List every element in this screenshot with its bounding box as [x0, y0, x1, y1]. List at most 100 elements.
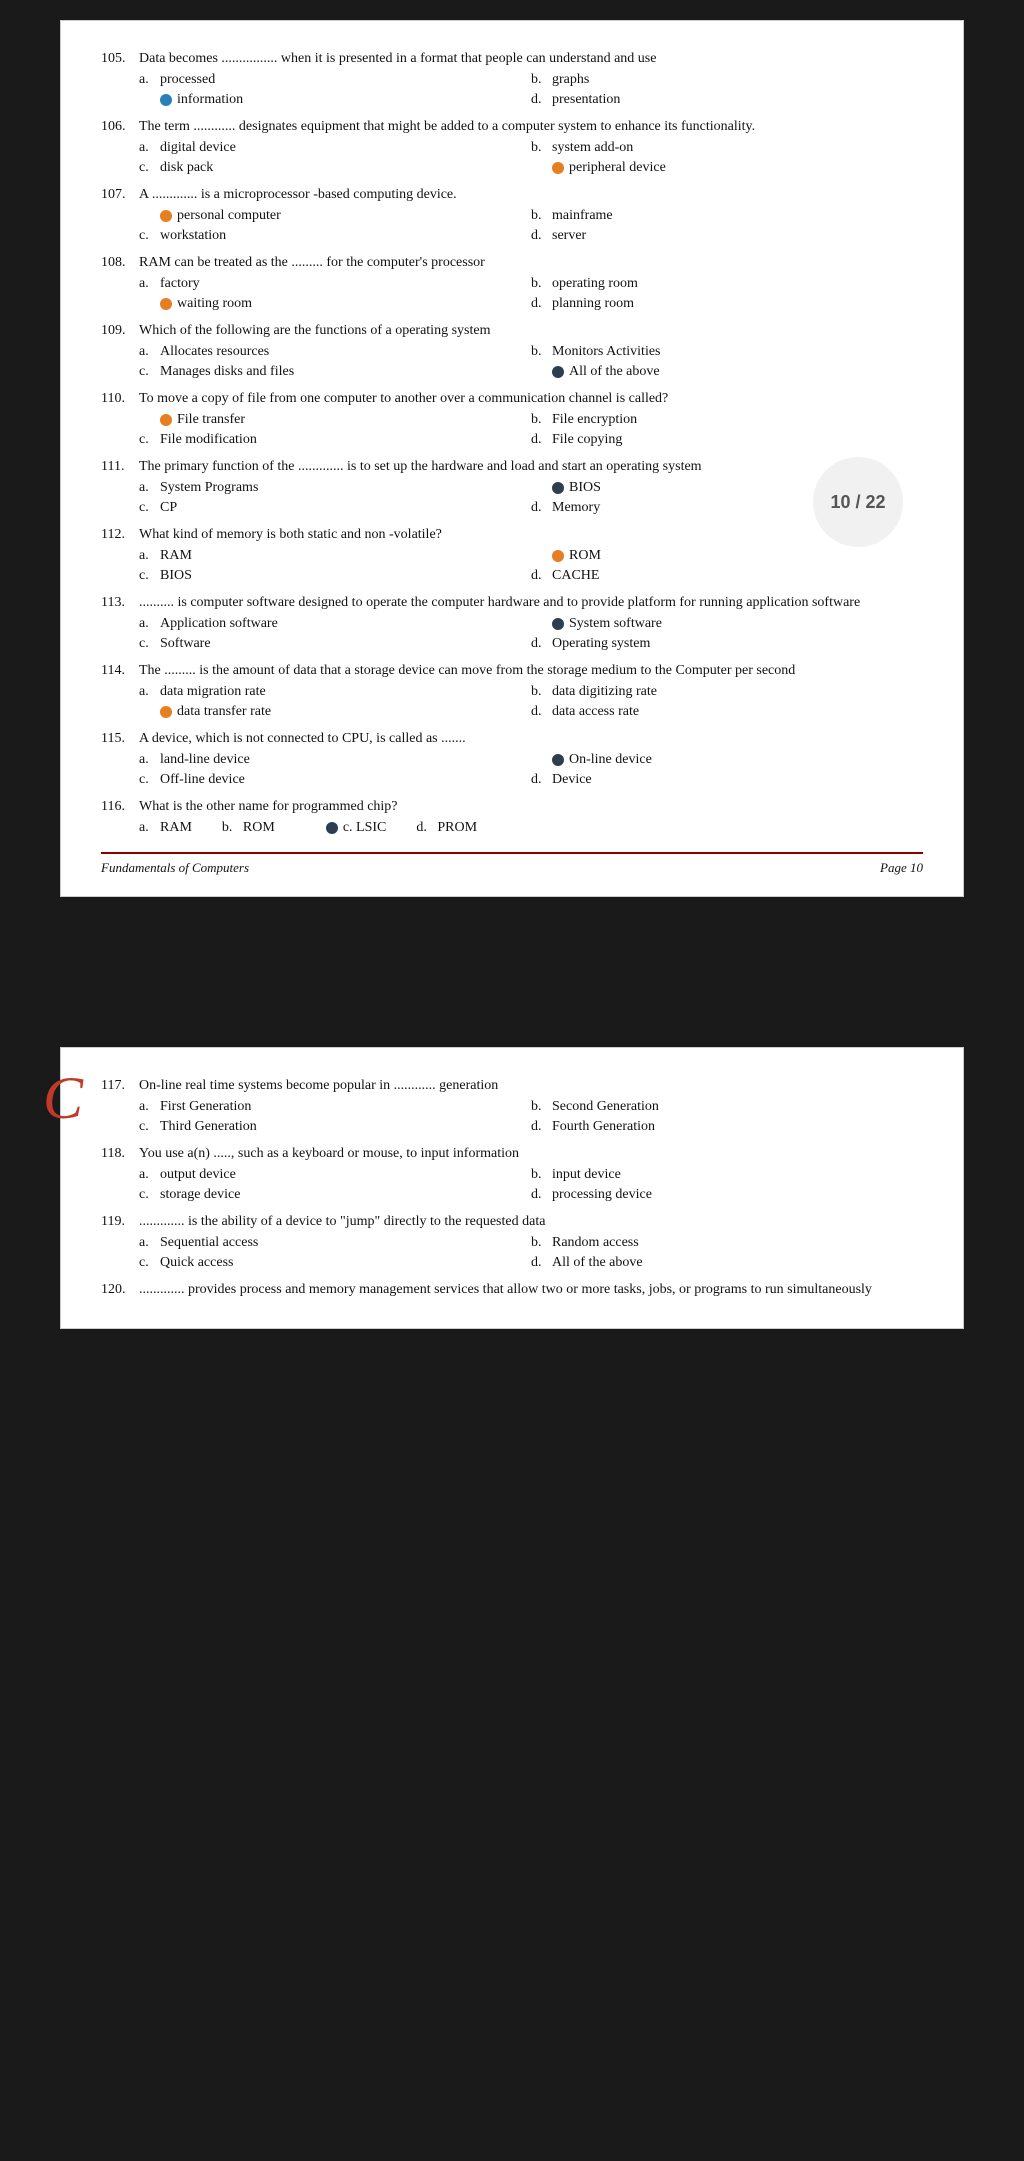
q108-opt-d: d. planning room: [531, 295, 923, 313]
q113-opt-a: a. Application software: [139, 615, 531, 633]
q107-text: A ............. is a microprocessor -bas…: [139, 187, 923, 203]
question-109: 109. Which of the following are the func…: [101, 323, 923, 381]
q109-opt-b: b. Monitors Activities: [531, 343, 923, 361]
q115-opt-d: d. Device: [531, 771, 923, 789]
q106-opt-c: c. disk pack: [139, 159, 531, 177]
q109-num: 109.: [101, 323, 139, 339]
q106-opt-a: a. digital device: [139, 139, 531, 157]
question-105: 105. Data becomes ................ when …: [101, 51, 923, 109]
question-106: 106. The term ............ designates eq…: [101, 119, 923, 177]
q105-opt-c: information: [139, 91, 531, 109]
q112-text: What kind of memory is both static and n…: [139, 527, 923, 543]
q105-num: 105.: [101, 51, 139, 67]
q115-num: 115.: [101, 731, 139, 747]
q111-text: The primary function of the ............…: [139, 459, 923, 475]
question-114: 114. The ......... is the amount of data…: [101, 663, 923, 721]
q105-text: Data becomes ................ when it is…: [139, 51, 923, 67]
dot-icon: [326, 822, 338, 834]
exam-page-2: C 117. On-line real time systems become …: [60, 1047, 964, 1329]
q109-opt-c: c. Manages disks and files: [139, 363, 531, 381]
q112-num: 112.: [101, 527, 139, 543]
q117-opt-d: d. Fourth Generation: [531, 1118, 923, 1136]
q114-text: The ......... is the amount of data that…: [139, 663, 923, 679]
q109-opt-a: a. Allocates resources: [139, 343, 531, 361]
q108-text: RAM can be treated as the ......... for …: [139, 255, 923, 271]
q116-opt-a: a. RAM: [139, 819, 192, 837]
q110-opt-d: d. File copying: [531, 431, 923, 449]
exam-page-1: 10 / 22 105. Data becomes ..............…: [60, 20, 964, 897]
q116-opt-b: b. ROM: [222, 819, 275, 837]
q118-opt-d: d. processing device: [531, 1186, 923, 1204]
q116-text: What is the other name for programmed ch…: [139, 799, 923, 815]
question-113: 113. .......... is computer software des…: [101, 595, 923, 653]
q110-text: To move a copy of file from one computer…: [139, 391, 923, 407]
q106-text: The term ............ designates equipme…: [139, 119, 923, 135]
q111-opt-d: d. Memory: [531, 499, 923, 517]
q110-num: 110.: [101, 391, 139, 407]
q114-opt-a: a. data migration rate: [139, 683, 531, 701]
question-110: 110. To move a copy of file from one com…: [101, 391, 923, 449]
q117-opt-b: b. Second Generation: [531, 1098, 923, 1116]
q107-opt-b: b. mainframe: [531, 207, 923, 225]
q106-num: 106.: [101, 119, 139, 135]
q118-text: You use a(n) ....., such as a keyboard o…: [139, 1146, 923, 1162]
q119-opt-a: a. Sequential access: [139, 1234, 531, 1252]
q118-opt-b: b. input device: [531, 1166, 923, 1184]
question-111: 111. The primary function of the .......…: [101, 459, 923, 517]
q110-opt-a: File transfer: [139, 411, 531, 429]
q113-num: 113.: [101, 595, 139, 611]
q106-opt-d: peripheral device: [531, 159, 923, 177]
q115-opt-a: a. land-line device: [139, 751, 531, 769]
q115-opt-b: On-line device: [531, 751, 923, 769]
q118-opt-c: c. storage device: [139, 1186, 531, 1204]
question-116: 116. What is the other name for programm…: [101, 799, 923, 837]
q114-num: 114.: [101, 663, 139, 679]
dot-icon: [552, 482, 564, 494]
q107-opt-d: d. server: [531, 227, 923, 245]
footer-left: Fundamentals of Computers: [101, 860, 249, 876]
corner-mark: C: [43, 1068, 83, 1128]
page-gap: [60, 927, 964, 1047]
q117-opt-a: a. First Generation: [139, 1098, 531, 1116]
q108-opt-a: a. factory: [139, 275, 531, 293]
q109-text: Which of the following are the functions…: [139, 323, 923, 339]
q117-text: On-line real time systems become popular…: [139, 1078, 923, 1094]
q111-opt-c: c. CP: [139, 499, 531, 517]
q105-opt-d: d. presentation: [531, 91, 923, 109]
q112-opt-d: d. CACHE: [531, 567, 923, 585]
q117-opt-c: c. Third Generation: [139, 1118, 531, 1136]
dot-icon: [160, 298, 172, 310]
question-118: 118. You use a(n) ....., such as a keybo…: [101, 1146, 923, 1204]
q108-num: 108.: [101, 255, 139, 271]
dot-icon: [160, 706, 172, 718]
q119-opt-b: b. Random access: [531, 1234, 923, 1252]
q116-opt-c: c. LSIC: [305, 819, 387, 837]
q119-text: ............. is the ability of a device…: [139, 1214, 923, 1230]
q113-opt-b: System software: [531, 615, 923, 633]
dot-icon: [552, 550, 564, 562]
dot-icon: [160, 210, 172, 222]
q115-text: A device, which is not connected to CPU,…: [139, 731, 923, 747]
q120-num: 120.: [101, 1282, 139, 1298]
q107-opt-a: personal computer: [139, 207, 531, 225]
question-117: 117. On-line real time systems become po…: [101, 1078, 923, 1136]
q111-num: 111.: [101, 459, 139, 475]
q119-opt-c: c. Quick access: [139, 1254, 531, 1272]
q120-text: ............. provides process and memor…: [139, 1282, 923, 1298]
dot-icon: [552, 618, 564, 630]
q109-opt-d: All of the above: [531, 363, 923, 381]
q119-num: 119.: [101, 1214, 139, 1230]
q115-opt-c: c. Off-line device: [139, 771, 531, 789]
dot-icon: [160, 414, 172, 426]
q112-opt-b: ROM: [531, 547, 923, 565]
q112-opt-a: a. RAM: [139, 547, 531, 565]
q111-opt-a: a. System Programs: [139, 479, 531, 497]
q118-opt-a: a. output device: [139, 1166, 531, 1184]
q113-text: .......... is computer software designed…: [139, 595, 923, 611]
dot-icon: [552, 366, 564, 378]
q118-num: 118.: [101, 1146, 139, 1162]
q105-opt-a: a. processed: [139, 71, 531, 89]
dot-icon: [552, 754, 564, 766]
question-112: 112. What kind of memory is both static …: [101, 527, 923, 585]
q114-opt-d: d. data access rate: [531, 703, 923, 721]
